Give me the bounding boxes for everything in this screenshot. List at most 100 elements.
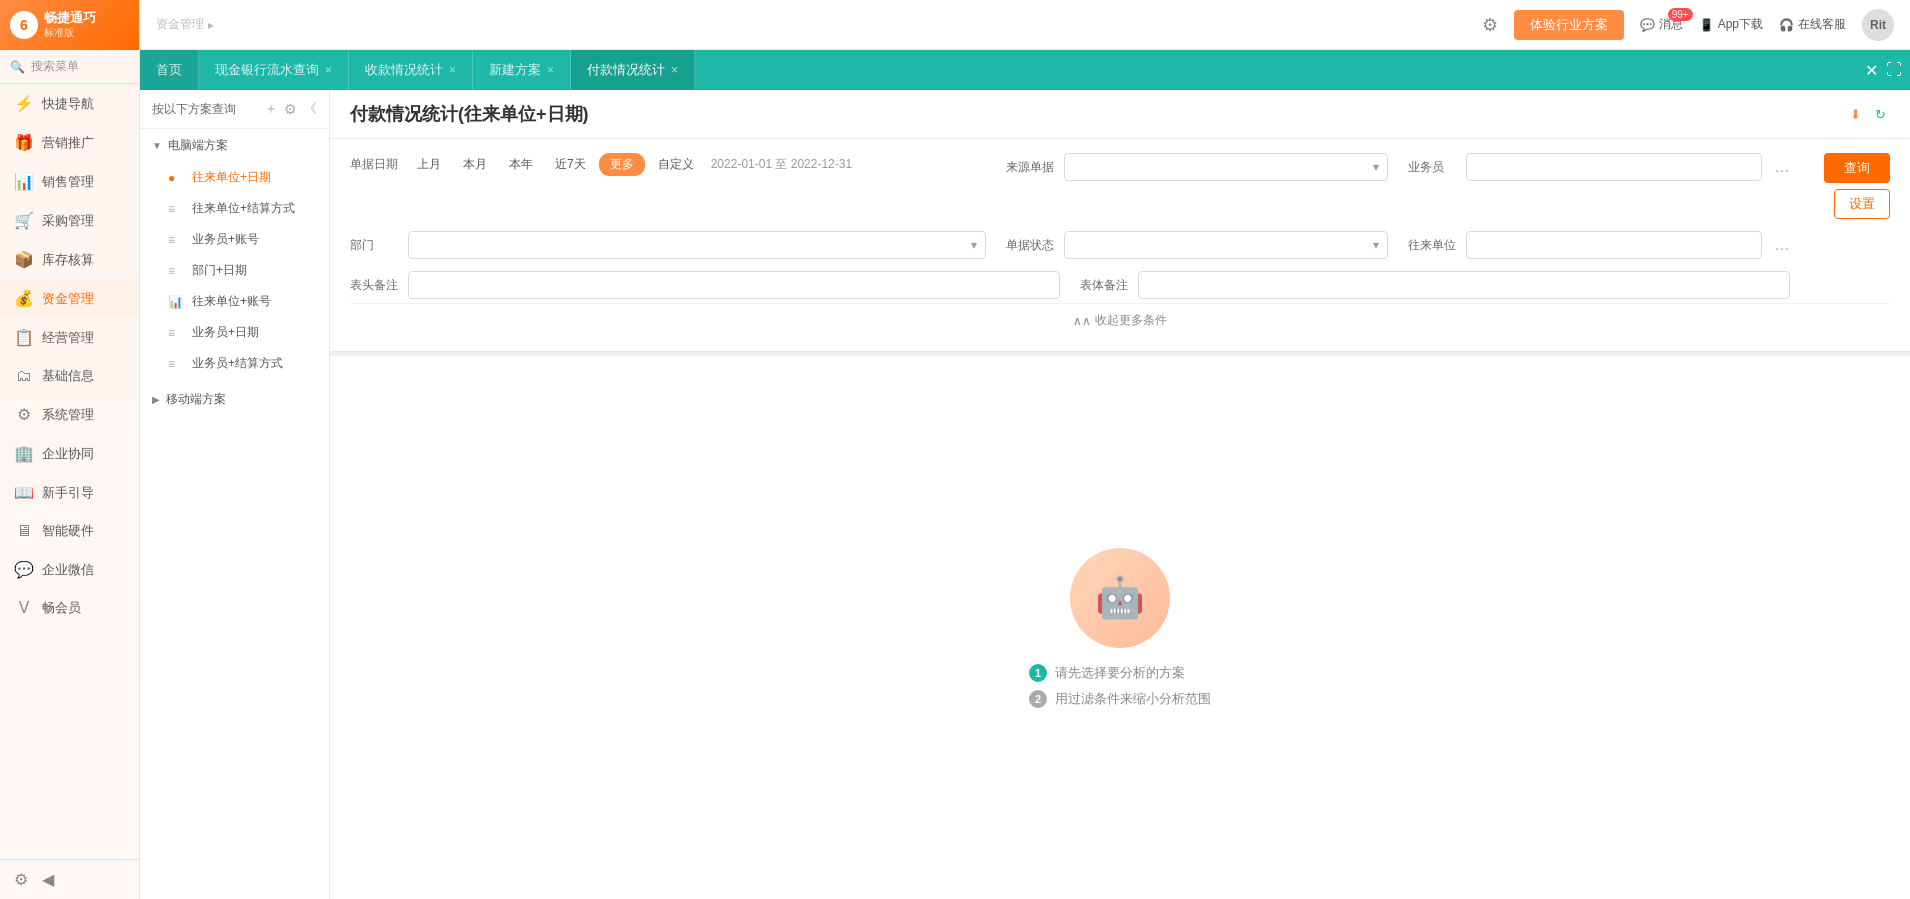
scheme-partner-date[interactable]: ● 往来单位+日期 — [140, 162, 329, 193]
tab-receipt-stats-close[interactable]: × — [449, 63, 456, 77]
panel-header-icons: ＋ ⚙ 《 — [264, 100, 317, 118]
salesman-more-icon[interactable]: … — [1774, 158, 1790, 176]
sidebar-item-label: 企业协同 — [42, 445, 94, 463]
date-btn-this-year[interactable]: 本年 — [500, 153, 542, 176]
panel-header: 按以下方案查询 ＋ ⚙ 《 — [140, 90, 329, 129]
search-icon: 🔍 — [10, 60, 25, 74]
query-btn[interactable]: 查询 — [1824, 153, 1890, 183]
sidebar-item-label: 智能硬件 — [42, 522, 94, 540]
sidebar-item-hardware[interactable]: 🖥 智能硬件 — [0, 512, 139, 550]
scheme-partner-settle[interactable]: ≡ 往来单位+结算方式 — [140, 193, 329, 224]
dept-select[interactable]: ▾ — [408, 231, 986, 259]
tab-home-label: 首页 — [156, 61, 182, 79]
settings-bottom-icon[interactable]: ⚙ — [14, 870, 28, 889]
sidebar-item-marketing[interactable]: 🎁 营销推广 — [0, 123, 139, 162]
sidebar-item-weixin[interactable]: 💬 企业微信 — [0, 550, 139, 589]
doc-status-select[interactable]: ▾ — [1064, 231, 1388, 259]
tab-close-all-icon[interactable]: ✕ — [1865, 61, 1878, 80]
tab-bank-flow[interactable]: 现金银行流水查询 × — [199, 50, 349, 90]
tab-bank-flow-close[interactable]: × — [325, 63, 332, 77]
hint-num-2: 2 — [1029, 690, 1047, 708]
page-content: 按以下方案查询 ＋ ⚙ 《 ▼ 电脑端方案 ● 往来单位+日期 ≡ — [140, 90, 1910, 899]
sidebar-item-vip[interactable]: V 畅会员 — [0, 589, 139, 627]
scheme-salesman-settle[interactable]: ≡ 业务员+结算方式 — [140, 348, 329, 379]
date-btn-last-month[interactable]: 上月 — [408, 153, 450, 176]
filter-header-note: 表头备注 — [350, 271, 1060, 299]
collapse-bar[interactable]: ∧∧ 收起更多条件 — [350, 303, 1890, 337]
setting-btn[interactable]: 设置 — [1834, 189, 1890, 219]
message-icon: 💬 — [1640, 18, 1655, 32]
tab-home[interactable]: 首页 — [140, 50, 199, 90]
online-service-btn[interactable]: 🎧 在线客服 — [1779, 16, 1846, 33]
body-note-input[interactable] — [1138, 271, 1790, 299]
sidebar-item-finance[interactable]: 💰 资金管理 — [0, 279, 139, 318]
user-avatar[interactable]: Rit — [1862, 9, 1894, 41]
breadcrumb-separator: ▸ — [208, 18, 214, 32]
tab-new-scheme[interactable]: 新建方案 × — [473, 50, 571, 90]
sidebar-item-guide[interactable]: 📖 新手引导 — [0, 473, 139, 512]
date-btn-more[interactable]: 更多 — [599, 153, 645, 176]
tab-fullscreen-icon[interactable]: ⛶ — [1886, 61, 1902, 79]
sidebar-item-label: 快捷导航 — [42, 95, 94, 113]
sidebar-nav: ⚡ 快捷导航 🎁 营销推广 📊 销售管理 🛒 采购管理 📦 库存核算 💰 资金管… — [0, 84, 139, 859]
scheme-partner-account[interactable]: 📊 往来单位+账号 — [140, 286, 329, 317]
tab-bank-flow-label: 现金银行流水查询 — [215, 61, 319, 79]
sidebar-item-purchase[interactable]: 🛒 采购管理 — [0, 201, 139, 240]
collapse-sidebar-icon[interactable]: ◀ — [42, 870, 54, 889]
tab-payment-stats[interactable]: 付款情况统计 × — [571, 50, 695, 90]
weixin-icon: 💬 — [14, 560, 34, 579]
messages-btn[interactable]: 💬 消息 99+ — [1640, 16, 1683, 33]
trial-btn[interactable]: 体验行业方案 — [1514, 10, 1624, 40]
scheme-icon: ≡ — [168, 326, 184, 340]
filter-dept: 部门 ▾ — [350, 231, 986, 259]
scheme-salesman-account[interactable]: ≡ 业务员+账号 — [140, 224, 329, 255]
hint-text-1: 请先选择要分析的方案 — [1055, 664, 1185, 682]
app-download-btn[interactable]: 📱 App下载 — [1699, 16, 1763, 33]
tab-receipt-stats[interactable]: 收款情况统计 × — [349, 50, 473, 90]
mobile-group-header[interactable]: ▶ 移动端方案 — [140, 383, 329, 416]
sidebar-logo: 6 畅捷通巧 标准版 — [0, 0, 139, 50]
date-btn-this-month[interactable]: 本月 — [454, 153, 496, 176]
sidebar-item-system[interactable]: ⚙ 系统管理 — [0, 395, 139, 434]
scheme-dept-date[interactable]: ≡ 部门+日期 — [140, 255, 329, 286]
tab-new-scheme-close[interactable]: × — [547, 63, 554, 77]
scheme-settings-icon[interactable]: ⚙ — [284, 101, 297, 117]
sidebar-item-inventory[interactable]: 📦 库存核算 — [0, 240, 139, 279]
partner-select[interactable] — [1466, 231, 1762, 259]
refresh-btn[interactable]: ↻ — [1875, 107, 1890, 122]
sidebar-item-quick-nav[interactable]: ⚡ 快捷导航 — [0, 84, 139, 123]
marketing-icon: 🎁 — [14, 133, 34, 152]
collapse-panel-icon[interactable]: 《 — [303, 100, 317, 118]
sidebar-item-sales[interactable]: 📊 销售管理 — [0, 162, 139, 201]
pc-group-header[interactable]: ▼ 电脑端方案 — [140, 129, 329, 162]
sidebar-item-basic-info[interactable]: 🗂 基础信息 — [0, 357, 139, 395]
add-scheme-icon[interactable]: ＋ — [264, 100, 278, 118]
date-btn-last-7[interactable]: 近7天 — [546, 153, 595, 176]
partner-more-icon[interactable]: … — [1774, 236, 1790, 254]
salesman-select[interactable] — [1466, 153, 1762, 181]
hardware-icon: 🖥 — [14, 522, 34, 540]
scheme-salesman-date[interactable]: ≡ 业务员+日期 — [140, 317, 329, 348]
tabbar: 首页 现金银行流水查询 × 收款情况统计 × 新建方案 × 付款情况统计 × ✕… — [140, 50, 1910, 90]
sidebar-item-operations[interactable]: 📋 经营管理 — [0, 318, 139, 357]
tab-payment-stats-close[interactable]: × — [671, 63, 678, 77]
body-note-label: 表体备注 — [1080, 277, 1130, 294]
page-title-actions: ⬇ ↻ — [1850, 107, 1890, 122]
hint-num-1: 1 — [1029, 664, 1047, 682]
source-select[interactable]: ▾ — [1064, 153, 1388, 181]
filter-row-2: 部门 ▾ 单据状态 ▾ 往来单位 — [350, 231, 1890, 259]
filter-area: 单据日期 上月 本月 本年 近7天 更多 自定义 2022-01-01 至 20… — [330, 139, 1910, 352]
date-btn-custom[interactable]: 自定义 — [649, 153, 703, 176]
topbar-settings[interactable]: ⚙ — [1482, 14, 1498, 36]
empty-area: 🤖 1 请先选择要分析的方案 2 用过滤条件来缩小分析范围 — [330, 356, 1910, 899]
header-note-input[interactable] — [408, 271, 1060, 299]
sidebar-item-label: 库存核算 — [42, 251, 94, 269]
sidebar-item-label: 系统管理 — [42, 406, 94, 424]
sidebar-item-enterprise[interactable]: 🏢 企业协同 — [0, 434, 139, 473]
pc-group-arrow: ▼ — [152, 140, 162, 151]
sidebar-search[interactable]: 🔍 搜索菜单 — [0, 50, 139, 84]
scheme-icon: ≡ — [168, 357, 184, 371]
filter-row-3: 表头备注 表体备注 — [350, 271, 1890, 299]
sidebar-item-label: 企业微信 — [42, 561, 94, 579]
export-btn[interactable]: ⬇ — [1850, 107, 1865, 122]
